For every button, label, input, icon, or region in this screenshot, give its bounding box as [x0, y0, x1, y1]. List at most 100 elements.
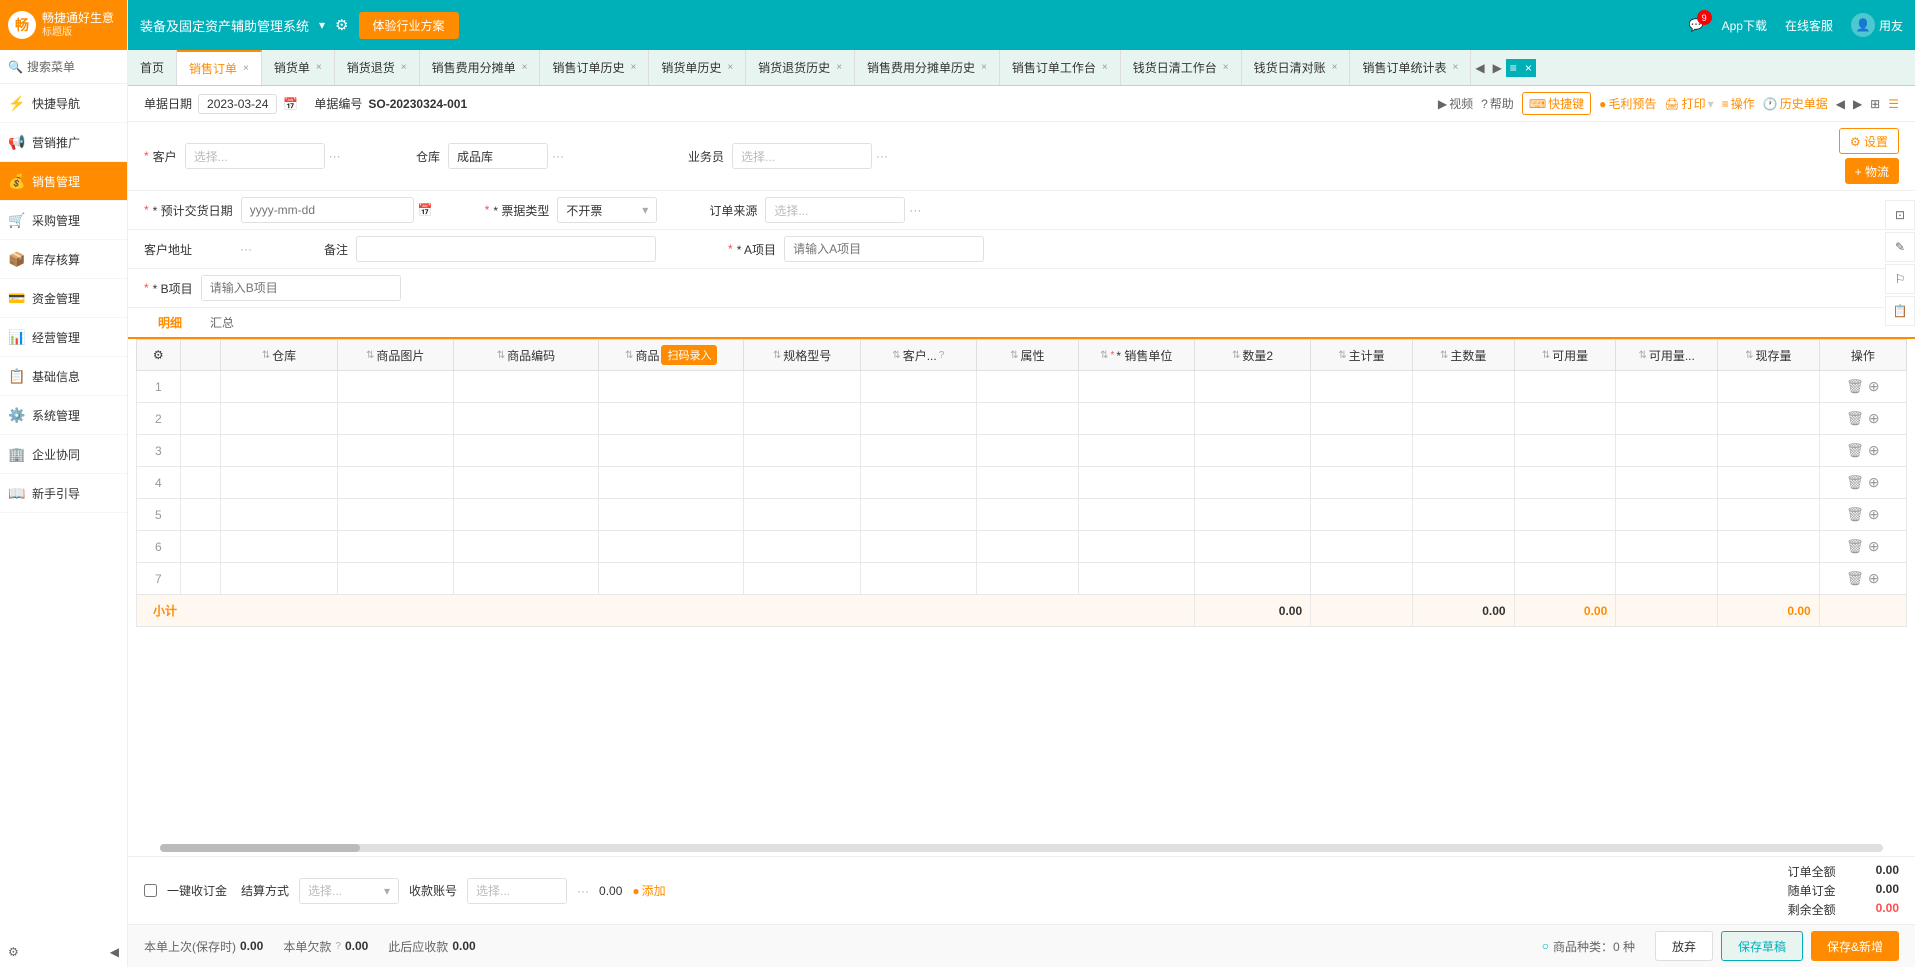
- row-5-customer-code[interactable]: [860, 499, 976, 531]
- row-7-main-unit[interactable]: [1311, 563, 1413, 595]
- row-7-available2[interactable]: [1616, 563, 1718, 595]
- row-7-delete[interactable]: 🗑: [1846, 570, 1864, 587]
- row-6-main-qty[interactable]: [1412, 531, 1514, 563]
- th-available2[interactable]: ⇅ 可用量...: [1616, 340, 1718, 371]
- th-spec[interactable]: ⇅ 规格型号: [744, 340, 860, 371]
- tab-return-history[interactable]: 销货退货历史 ×: [746, 50, 855, 86]
- sidebar-item-guide[interactable]: 📖 新手引导: [0, 474, 127, 513]
- tab-daily-workbench[interactable]: 钱货日清工作台 ×: [1121, 50, 1242, 86]
- sidebar-item-base[interactable]: 📋 基础信息: [0, 357, 127, 396]
- tab-close-daily-workbench[interactable]: ×: [1223, 62, 1229, 73]
- tab-close-fee-split[interactable]: ×: [522, 62, 528, 73]
- sort-warehouse[interactable]: ⇅: [262, 350, 270, 361]
- row-4-code[interactable]: [337, 467, 453, 499]
- row-5-warehouse[interactable]: [180, 499, 221, 531]
- tab-detail[interactable]: 明细: [144, 308, 196, 339]
- row-7-attribute[interactable]: [976, 563, 1078, 595]
- row-6-qty2[interactable]: [1194, 531, 1310, 563]
- project-a-input[interactable]: [784, 236, 984, 262]
- row-3-scan[interactable]: [599, 435, 744, 467]
- row-2-qty2[interactable]: [1194, 403, 1310, 435]
- row-1-stock[interactable]: [1718, 371, 1820, 403]
- settings-btn[interactable]: ⚙ 设置: [1839, 128, 1899, 154]
- sort-image[interactable]: ⇅: [366, 350, 374, 361]
- tab-close-fee-history[interactable]: ×: [981, 62, 987, 73]
- row-7-available[interactable]: [1514, 563, 1616, 595]
- tab-fee-split[interactable]: 销售费用分摊单 ×: [420, 50, 541, 86]
- delivery-input[interactable]: [241, 197, 414, 223]
- row-4-product[interactable]: [453, 467, 598, 499]
- th-warehouse[interactable]: ⇅ 仓库: [221, 340, 337, 371]
- column-settings-icon[interactable]: ⚙: [153, 348, 164, 362]
- collapse-icon[interactable]: ◀: [110, 945, 119, 959]
- grid-view[interactable]: ⊞: [1870, 97, 1880, 111]
- row-6-stock[interactable]: [1718, 531, 1820, 563]
- row-4-stock[interactable]: [1718, 467, 1820, 499]
- row-1-spec[interactable]: [744, 371, 860, 403]
- row-3-delete[interactable]: 🗑: [1846, 442, 1864, 459]
- scan-btn[interactable]: 扫码录入: [661, 345, 717, 365]
- tab-sales-return[interactable]: 销货退货 ×: [335, 50, 420, 86]
- tab-order-history[interactable]: 销售订单历史 ×: [540, 50, 649, 86]
- row-2-stock[interactable]: [1718, 403, 1820, 435]
- profit-btn[interactable]: ● 毛利预告: [1599, 95, 1656, 112]
- warehouse-more[interactable]: ···: [552, 149, 564, 163]
- row-1-delete[interactable]: 🗑: [1846, 378, 1864, 395]
- row-5-spec[interactable]: [744, 499, 860, 531]
- warehouse-value[interactable]: 成品库: [448, 143, 548, 169]
- row-7-code[interactable]: [337, 563, 453, 595]
- row-2-spec[interactable]: [744, 403, 860, 435]
- row-3-available2[interactable]: [1616, 435, 1718, 467]
- row-4-main-unit[interactable]: [1311, 467, 1413, 499]
- row-4-warehouse[interactable]: [180, 467, 221, 499]
- help-btn[interactable]: ? 帮助: [1481, 95, 1514, 112]
- sort-available2[interactable]: ⇅: [1638, 350, 1646, 361]
- row-5-available2[interactable]: [1616, 499, 1718, 531]
- sort-stock[interactable]: ⇅: [1745, 350, 1753, 361]
- row-4-scan[interactable]: [599, 467, 744, 499]
- row-4-qty2[interactable]: [1194, 467, 1310, 499]
- operate-btn[interactable]: ≡ 操作: [1722, 95, 1755, 112]
- row-5-image[interactable]: [221, 499, 337, 531]
- tab-close-daily-reconcile[interactable]: ×: [1332, 62, 1338, 73]
- staff-more[interactable]: ···: [876, 149, 888, 163]
- row-2-main-unit[interactable]: [1311, 403, 1413, 435]
- settlement-select[interactable]: 选择... ▾: [299, 878, 399, 904]
- row-3-qty2[interactable]: [1194, 435, 1310, 467]
- history-btn[interactable]: 🕐 历史单据: [1763, 95, 1828, 112]
- tab-fee-history[interactable]: 销售费用分摊单历史 ×: [855, 50, 1000, 86]
- delivery-calendar[interactable]: 📅: [418, 203, 433, 217]
- sort-available[interactable]: ⇅: [1542, 350, 1550, 361]
- sort-spec[interactable]: ⇅: [773, 350, 781, 361]
- topbar-gear[interactable]: ⚙: [335, 16, 348, 34]
- sort-main-qty[interactable]: ⇅: [1440, 350, 1448, 361]
- online-service[interactable]: 在线客服: [1785, 17, 1833, 34]
- th-stock[interactable]: ⇅ 现存量: [1718, 340, 1820, 371]
- row-5-stock[interactable]: [1718, 499, 1820, 531]
- topbar-arrow-down[interactable]: ▾: [319, 18, 325, 32]
- sort-code[interactable]: ⇅: [497, 350, 505, 361]
- row-2-attribute[interactable]: [976, 403, 1078, 435]
- project-b-input[interactable]: [201, 275, 401, 301]
- sidebar-item-marketing[interactable]: 📢 营销推广: [0, 123, 127, 162]
- sidebar-item-finance[interactable]: 💳 资金管理: [0, 279, 127, 318]
- row-3-spec[interactable]: [744, 435, 860, 467]
- row-3-available[interactable]: [1514, 435, 1616, 467]
- save-new-btn[interactable]: 保存&新增: [1811, 931, 1899, 961]
- row-5-product[interactable]: [453, 499, 598, 531]
- customer-code-help[interactable]: ?: [939, 350, 945, 361]
- rp-icon-2[interactable]: ✎: [1885, 232, 1915, 262]
- row-6-available[interactable]: [1514, 531, 1616, 563]
- view-btn[interactable]: ▶ 视频: [1438, 95, 1473, 112]
- tab-summary[interactable]: 汇总: [196, 308, 248, 339]
- rp-icon-3[interactable]: ⚐: [1885, 264, 1915, 294]
- sidebar-item-ops[interactable]: 📊 经营管理: [0, 318, 127, 357]
- row-7-warehouse[interactable]: [180, 563, 221, 595]
- row-5-main-unit[interactable]: [1311, 499, 1413, 531]
- th-unit[interactable]: ⇅ * * 销售单位: [1078, 340, 1194, 371]
- row-4-image[interactable]: [221, 467, 337, 499]
- tab-close-goods-history[interactable]: ×: [727, 62, 733, 73]
- row-1-available2[interactable]: [1616, 371, 1718, 403]
- th-main-qty[interactable]: ⇅ 主数量: [1412, 340, 1514, 371]
- source-more[interactable]: ···: [909, 203, 921, 217]
